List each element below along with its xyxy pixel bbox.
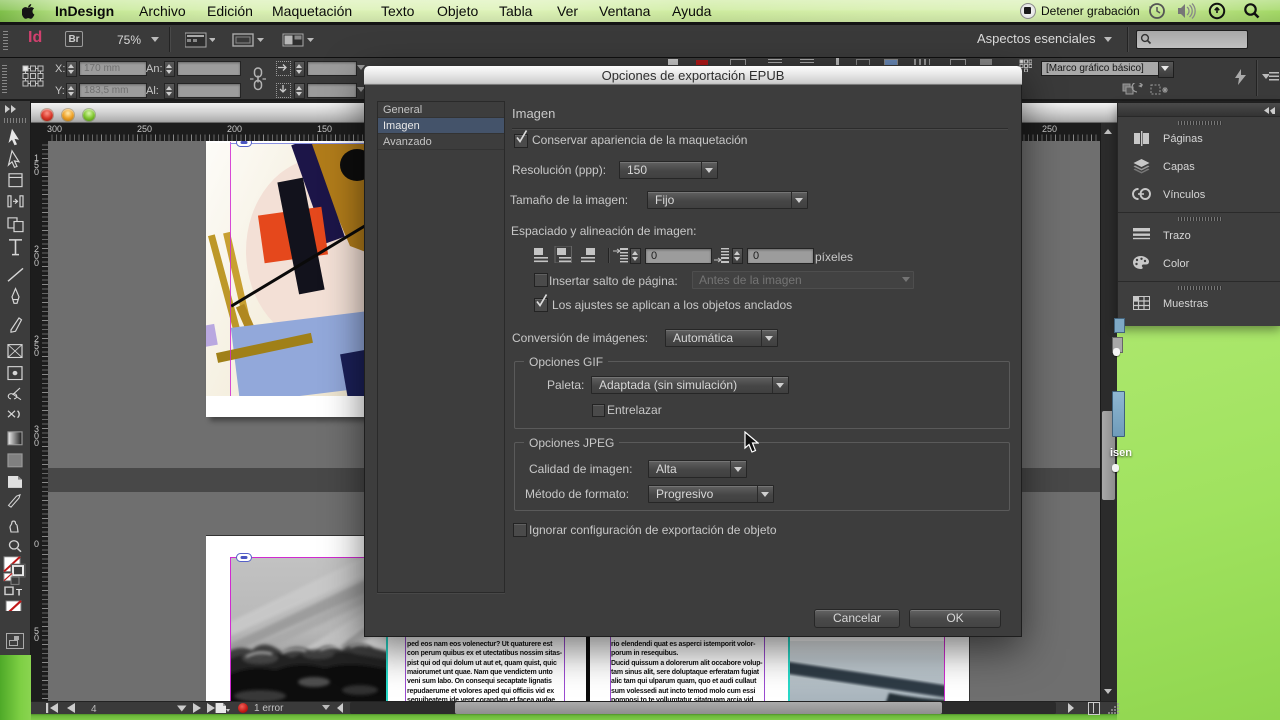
svg-text:4: 4 — [91, 704, 97, 713]
svg-text:T: T — [16, 588, 22, 599]
